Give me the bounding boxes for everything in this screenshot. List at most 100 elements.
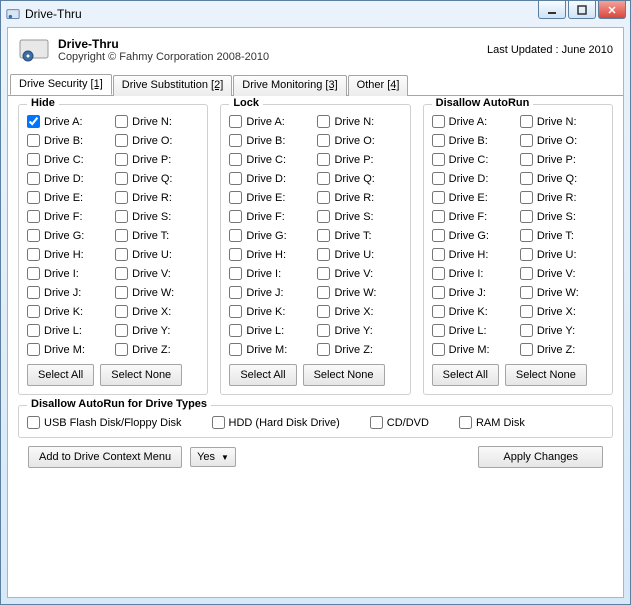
drive-g-checkbox[interactable]: Drive G: (432, 229, 516, 242)
drive-y-checkbox[interactable]: Drive Y: (115, 324, 199, 337)
drive-p-checkbox[interactable]: Drive P: (115, 153, 199, 166)
drive-q-checkbox[interactable]: Drive Q: (520, 172, 604, 185)
drive-k-checkbox[interactable]: Drive K: (432, 305, 516, 318)
drive-y-checkbox[interactable]: Drive Y: (317, 324, 401, 337)
drive-a-checkbox[interactable]: Drive A: (432, 115, 516, 128)
drive-e-checkbox[interactable]: Drive E: (27, 191, 111, 204)
drive-type-3[interactable]: RAM Disk (459, 416, 525, 429)
drive-m-checkbox[interactable]: Drive M: (432, 343, 516, 356)
drive-w-checkbox[interactable]: Drive W: (115, 286, 199, 299)
minimize-button[interactable] (538, 1, 566, 19)
drive-z-checkbox[interactable]: Drive Z: (317, 343, 401, 356)
drive-t-checkbox[interactable]: Drive T: (520, 229, 604, 242)
maximize-button[interactable] (568, 1, 596, 19)
drive-n-checkbox[interactable]: Drive N: (115, 115, 199, 128)
drive-d-checkbox[interactable]: Drive D: (432, 172, 516, 185)
drive-i-checkbox[interactable]: Drive I: (229, 267, 313, 280)
drive-j-checkbox[interactable]: Drive J: (27, 286, 111, 299)
drive-b-checkbox[interactable]: Drive B: (432, 134, 516, 147)
drive-o-checkbox[interactable]: Drive O: (520, 134, 604, 147)
drive-u-checkbox[interactable]: Drive U: (115, 248, 199, 261)
drive-k-checkbox[interactable]: Drive K: (27, 305, 111, 318)
select-all-button[interactable]: Select All (229, 364, 296, 386)
drive-x-checkbox[interactable]: Drive X: (317, 305, 401, 318)
drive-u-checkbox[interactable]: Drive U: (317, 248, 401, 261)
drive-type-2[interactable]: CD/DVD (370, 416, 429, 429)
drive-c-checkbox[interactable]: Drive C: (27, 153, 111, 166)
select-none-button[interactable]: Select None (100, 364, 182, 386)
drive-n-checkbox[interactable]: Drive N: (317, 115, 401, 128)
drive-l-checkbox[interactable]: Drive L: (229, 324, 313, 337)
drive-s-checkbox[interactable]: Drive S: (115, 210, 199, 223)
drive-n-checkbox[interactable]: Drive N: (520, 115, 604, 128)
drive-e-checkbox[interactable]: Drive E: (432, 191, 516, 204)
select-none-button[interactable]: Select None (505, 364, 587, 386)
drive-y-checkbox[interactable]: Drive Y: (520, 324, 604, 337)
drive-v-checkbox[interactable]: Drive V: (115, 267, 199, 280)
drive-q-checkbox[interactable]: Drive Q: (317, 172, 401, 185)
drive-r-checkbox[interactable]: Drive R: (317, 191, 401, 204)
drive-g-checkbox[interactable]: Drive G: (27, 229, 111, 242)
drive-f-checkbox[interactable]: Drive F: (432, 210, 516, 223)
drive-h-checkbox[interactable]: Drive H: (432, 248, 516, 261)
drive-j-checkbox[interactable]: Drive J: (229, 286, 313, 299)
drive-b-checkbox[interactable]: Drive B: (229, 134, 313, 147)
drive-type-0[interactable]: USB Flash Disk/Floppy Disk (27, 416, 182, 429)
drive-p-checkbox[interactable]: Drive P: (317, 153, 401, 166)
drive-c-checkbox[interactable]: Drive C: (432, 153, 516, 166)
tab-2[interactable]: Drive Monitoring [3] (233, 75, 346, 96)
drive-i-checkbox[interactable]: Drive I: (27, 267, 111, 280)
drive-e-checkbox[interactable]: Drive E: (229, 191, 313, 204)
tab-1[interactable]: Drive Substitution [2] (113, 75, 233, 96)
tab-3[interactable]: Other [4] (348, 75, 409, 96)
drive-v-checkbox[interactable]: Drive V: (317, 267, 401, 280)
drive-x-checkbox[interactable]: Drive X: (115, 305, 199, 318)
drive-o-checkbox[interactable]: Drive O: (317, 134, 401, 147)
drive-r-checkbox[interactable]: Drive R: (115, 191, 199, 204)
drive-f-checkbox[interactable]: Drive F: (27, 210, 111, 223)
drive-a-checkbox[interactable]: Drive A: (27, 115, 111, 128)
drive-s-checkbox[interactable]: Drive S: (317, 210, 401, 223)
drive-p-checkbox[interactable]: Drive P: (520, 153, 604, 166)
drive-z-checkbox[interactable]: Drive Z: (520, 343, 604, 356)
drive-type-1[interactable]: HDD (Hard Disk Drive) (212, 416, 340, 429)
drive-d-checkbox[interactable]: Drive D: (229, 172, 313, 185)
drive-f-checkbox[interactable]: Drive F: (229, 210, 313, 223)
drive-q-checkbox[interactable]: Drive Q: (115, 172, 199, 185)
close-button[interactable] (598, 1, 626, 19)
apply-button[interactable]: Apply Changes (478, 446, 603, 468)
drive-d-checkbox[interactable]: Drive D: (27, 172, 111, 185)
drive-m-checkbox[interactable]: Drive M: (27, 343, 111, 356)
drive-z-checkbox[interactable]: Drive Z: (115, 343, 199, 356)
drive-u-checkbox[interactable]: Drive U: (520, 248, 604, 261)
drive-i-checkbox[interactable]: Drive I: (432, 267, 516, 280)
drive-a-checkbox[interactable]: Drive A: (229, 115, 313, 128)
drive-o-checkbox[interactable]: Drive O: (115, 134, 199, 147)
drive-l-checkbox[interactable]: Drive L: (432, 324, 516, 337)
select-none-button[interactable]: Select None (303, 364, 385, 386)
drive-k-checkbox[interactable]: Drive K: (229, 305, 313, 318)
drive-s-checkbox[interactable]: Drive S: (520, 210, 604, 223)
drive-h-checkbox[interactable]: Drive H: (27, 248, 111, 261)
drive-w-checkbox[interactable]: Drive W: (317, 286, 401, 299)
drive-groups-row: HideDrive A:Drive N:Drive B:Drive O:Driv… (18, 104, 613, 395)
add-context-menu-button[interactable]: Add to Drive Context Menu (28, 446, 182, 468)
drive-c-checkbox[interactable]: Drive C: (229, 153, 313, 166)
drive-l-checkbox[interactable]: Drive L: (27, 324, 111, 337)
drive-v-checkbox[interactable]: Drive V: (520, 267, 604, 280)
drive-r-checkbox[interactable]: Drive R: (520, 191, 604, 204)
select-all-button[interactable]: Select All (432, 364, 499, 386)
drive-w-checkbox[interactable]: Drive W: (520, 286, 604, 299)
drive-b-checkbox[interactable]: Drive B: (27, 134, 111, 147)
drive-g-checkbox[interactable]: Drive G: (229, 229, 313, 242)
select-all-button[interactable]: Select All (27, 364, 94, 386)
drive-h-checkbox[interactable]: Drive H: (229, 248, 313, 261)
drive-j-checkbox[interactable]: Drive J: (432, 286, 516, 299)
titlebar[interactable]: Drive-Thru (1, 1, 630, 27)
drive-t-checkbox[interactable]: Drive T: (317, 229, 401, 242)
drive-x-checkbox[interactable]: Drive X: (520, 305, 604, 318)
drive-t-checkbox[interactable]: Drive T: (115, 229, 199, 242)
drive-m-checkbox[interactable]: Drive M: (229, 343, 313, 356)
tab-0[interactable]: Drive Security [1] (10, 74, 112, 95)
context-menu-select[interactable]: Yes ▼ (190, 447, 236, 467)
